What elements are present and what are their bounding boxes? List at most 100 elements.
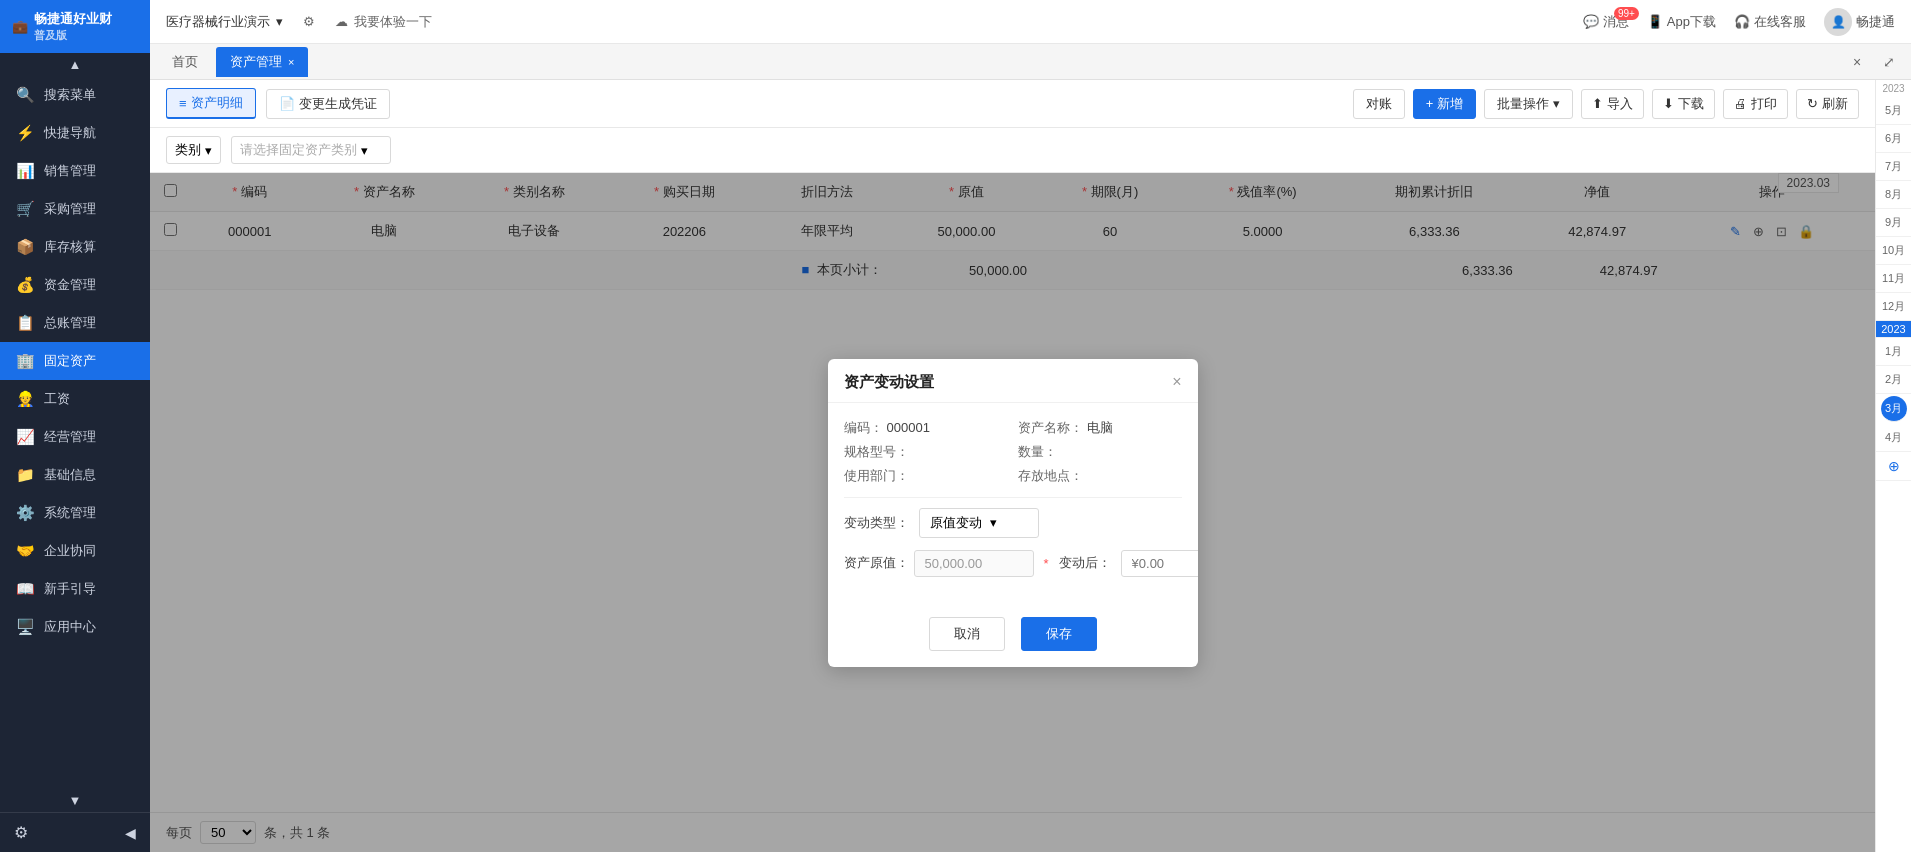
change-type-select[interactable]: 原值变动 ▾	[919, 508, 1039, 538]
download-icon: 📱	[1647, 14, 1663, 29]
category-value-filter[interactable]: 请选择固定资产类别 ▾	[231, 136, 391, 164]
experience-button[interactable]: ☁ 我要体验一下	[335, 13, 432, 31]
month-12[interactable]: 12月	[1876, 293, 1911, 321]
refresh-button[interactable]: ↻ 刷新	[1796, 89, 1859, 119]
change-type-label: 变动类型：	[844, 514, 909, 532]
month-9[interactable]: 9月	[1876, 209, 1911, 237]
month-11[interactable]: 11月	[1876, 265, 1911, 293]
month-5[interactable]: 5月	[1876, 97, 1911, 125]
sidebar-item-finance[interactable]: 💰 资金管理	[0, 266, 150, 304]
sidebar-item-quicknav[interactable]: ⚡ 快捷导航	[0, 114, 150, 152]
change-type-row: 变动类型： 原值变动 ▾	[844, 508, 1182, 538]
modal-info-grid: 编码： 000001 资产名称： 电脑 规格型号：	[844, 419, 1182, 485]
modal-location-field: 存放地点：	[1018, 467, 1182, 485]
tab-home[interactable]: 首页	[158, 47, 212, 77]
message-badge: 99+	[1614, 7, 1639, 20]
inventory-icon: 📦	[16, 238, 34, 256]
basic-info-icon: 📁	[16, 466, 34, 484]
month-4[interactable]: 4月	[1876, 424, 1911, 452]
sidebar-item-ledger[interactable]: 📋 总账管理	[0, 304, 150, 342]
dropdown-arrow: ▾	[361, 143, 368, 158]
toolbar-right-actions: 对账 + 新增 批量操作 ▾ ⬆ 导入 ⬇ 下载 🖨	[1353, 89, 1859, 119]
settings-icon[interactable]: ⚙	[14, 823, 28, 842]
month-3-current[interactable]: 3月	[1881, 396, 1907, 422]
sidebar-item-payroll[interactable]: 👷 工资	[0, 380, 150, 418]
save-button[interactable]: 保存	[1021, 617, 1097, 651]
sidebar-item-label: 应用中心	[44, 618, 96, 636]
sidebar-scroll-up[interactable]: ▲	[69, 57, 82, 72]
sidebar-item-sales[interactable]: 📊 销售管理	[0, 152, 150, 190]
logo-icon: 💼	[12, 19, 28, 34]
sidebar-item-fixed-assets[interactable]: 🏢 固定资产	[0, 342, 150, 380]
category-filter[interactable]: 类别 ▾	[166, 136, 221, 164]
sales-icon: 📊	[16, 162, 34, 180]
year-label-2023-b: 2023	[1876, 321, 1911, 338]
sidebar-item-apps[interactable]: 🖥️ 应用中心	[0, 608, 150, 646]
expand-icon[interactable]: ⊕	[1876, 452, 1911, 481]
change-voucher-tab[interactable]: 📄 变更生成凭证	[266, 89, 390, 119]
sidebar-item-label: 系统管理	[44, 504, 96, 522]
sidebar-item-label: 库存核算	[44, 238, 96, 256]
refresh-icon: ↻	[1807, 96, 1818, 111]
sidebar-item-label: 企业协同	[44, 542, 96, 560]
app-download-button[interactable]: 📱 App下载	[1647, 13, 1716, 31]
app-logo: 💼 畅捷通好业财 普及版	[0, 0, 150, 53]
messages-button[interactable]: 💬 消息 99+	[1583, 13, 1629, 31]
asset-change-modal: 资产变动设置 × 编码： 000001 资产名称：	[828, 359, 1198, 667]
month-2[interactable]: 2月	[1876, 366, 1911, 394]
search-menu-icon: 🔍	[16, 86, 34, 104]
after-change-label: 变动后：	[1059, 554, 1111, 572]
new-button[interactable]: + 新增	[1413, 89, 1476, 119]
cloud-icon: ☁	[335, 14, 348, 29]
tab-asset-management[interactable]: 资产管理 ×	[216, 47, 308, 77]
select-arrow-icon: ▾	[990, 515, 997, 530]
month-8[interactable]: 8月	[1876, 181, 1911, 209]
sidebar-item-basic-info[interactable]: 📁 基础信息	[0, 456, 150, 494]
settings-button[interactable]: ⚙	[295, 8, 323, 36]
month-6[interactable]: 6月	[1876, 125, 1911, 153]
print-button[interactable]: 🖨 打印	[1723, 89, 1788, 119]
sidebar-item-collaboration[interactable]: 🤝 企业协同	[0, 532, 150, 570]
batch-ops-button[interactable]: 批量操作 ▾	[1484, 89, 1573, 119]
avatar-icon: 👤	[1831, 15, 1846, 29]
after-change-input[interactable]	[1121, 550, 1198, 577]
month-1[interactable]: 1月	[1876, 338, 1911, 366]
sidebar-item-inventory[interactable]: 📦 库存核算	[0, 228, 150, 266]
tab-close-icon[interactable]: ×	[288, 56, 294, 68]
month-7[interactable]: 7月	[1876, 153, 1911, 181]
sidebar-item-search[interactable]: 🔍 搜索菜单	[0, 76, 150, 114]
download-button[interactable]: ⬇ 下载	[1652, 89, 1715, 119]
sidebar-item-guide[interactable]: 📖 新手引导	[0, 570, 150, 608]
logo-title: 畅捷通好业财	[34, 10, 112, 28]
print-icon: 🖨	[1734, 96, 1747, 111]
dropdown-arrow: ▾	[205, 143, 212, 158]
modal-code-value: 000001	[887, 420, 930, 435]
list-icon: ≡	[179, 96, 187, 111]
sidebar-item-label: 固定资产	[44, 352, 96, 370]
sidebar-item-purchase[interactable]: 🛒 采购管理	[0, 190, 150, 228]
tab-restore-button[interactable]: ×	[1843, 48, 1871, 76]
sidebar-item-operations[interactable]: 📈 经营管理	[0, 418, 150, 456]
month-10[interactable]: 10月	[1876, 237, 1911, 265]
download-icon: ⬇	[1663, 96, 1674, 111]
year-label-2023-a: 2023	[1880, 80, 1906, 97]
reconcile-button[interactable]: 对账	[1353, 89, 1405, 119]
user-menu[interactable]: 👤 畅捷通	[1824, 8, 1895, 36]
asset-detail-tab[interactable]: ≡ 资产明细	[166, 88, 256, 119]
content-toolbar: ≡ 资产明细 📄 变更生成凭证 对账 + 新增 批量操作 ▾ ⬆	[150, 80, 1875, 128]
tab-maximize-button[interactable]: ⤢	[1875, 48, 1903, 76]
sidebar-scroll-down[interactable]: ▼	[69, 793, 82, 808]
online-service-button[interactable]: 🎧 在线客服	[1734, 13, 1806, 31]
cancel-button[interactable]: 取消	[929, 617, 1005, 651]
sidebar-item-system[interactable]: ⚙️ 系统管理	[0, 494, 150, 532]
system-icon: ⚙️	[16, 504, 34, 522]
finance-icon: 💰	[16, 276, 34, 294]
modal-code-field: 编码： 000001	[844, 419, 1008, 437]
modal-quantity-field: 数量：	[1018, 443, 1182, 461]
company-selector[interactable]: 医疗器械行业演示 ▾	[166, 13, 283, 31]
modal-close-button[interactable]: ×	[1172, 373, 1181, 391]
collapse-icon[interactable]: ◀	[125, 825, 136, 841]
import-button[interactable]: ⬆ 导入	[1581, 89, 1644, 119]
topbar: 医疗器械行业演示 ▾ ⚙ ☁ 我要体验一下 💬 消息 99+ 📱 App下载 🎧…	[150, 0, 1911, 44]
page-content: ≡ 资产明细 📄 变更生成凭证 对账 + 新增 批量操作 ▾ ⬆	[150, 80, 1911, 852]
